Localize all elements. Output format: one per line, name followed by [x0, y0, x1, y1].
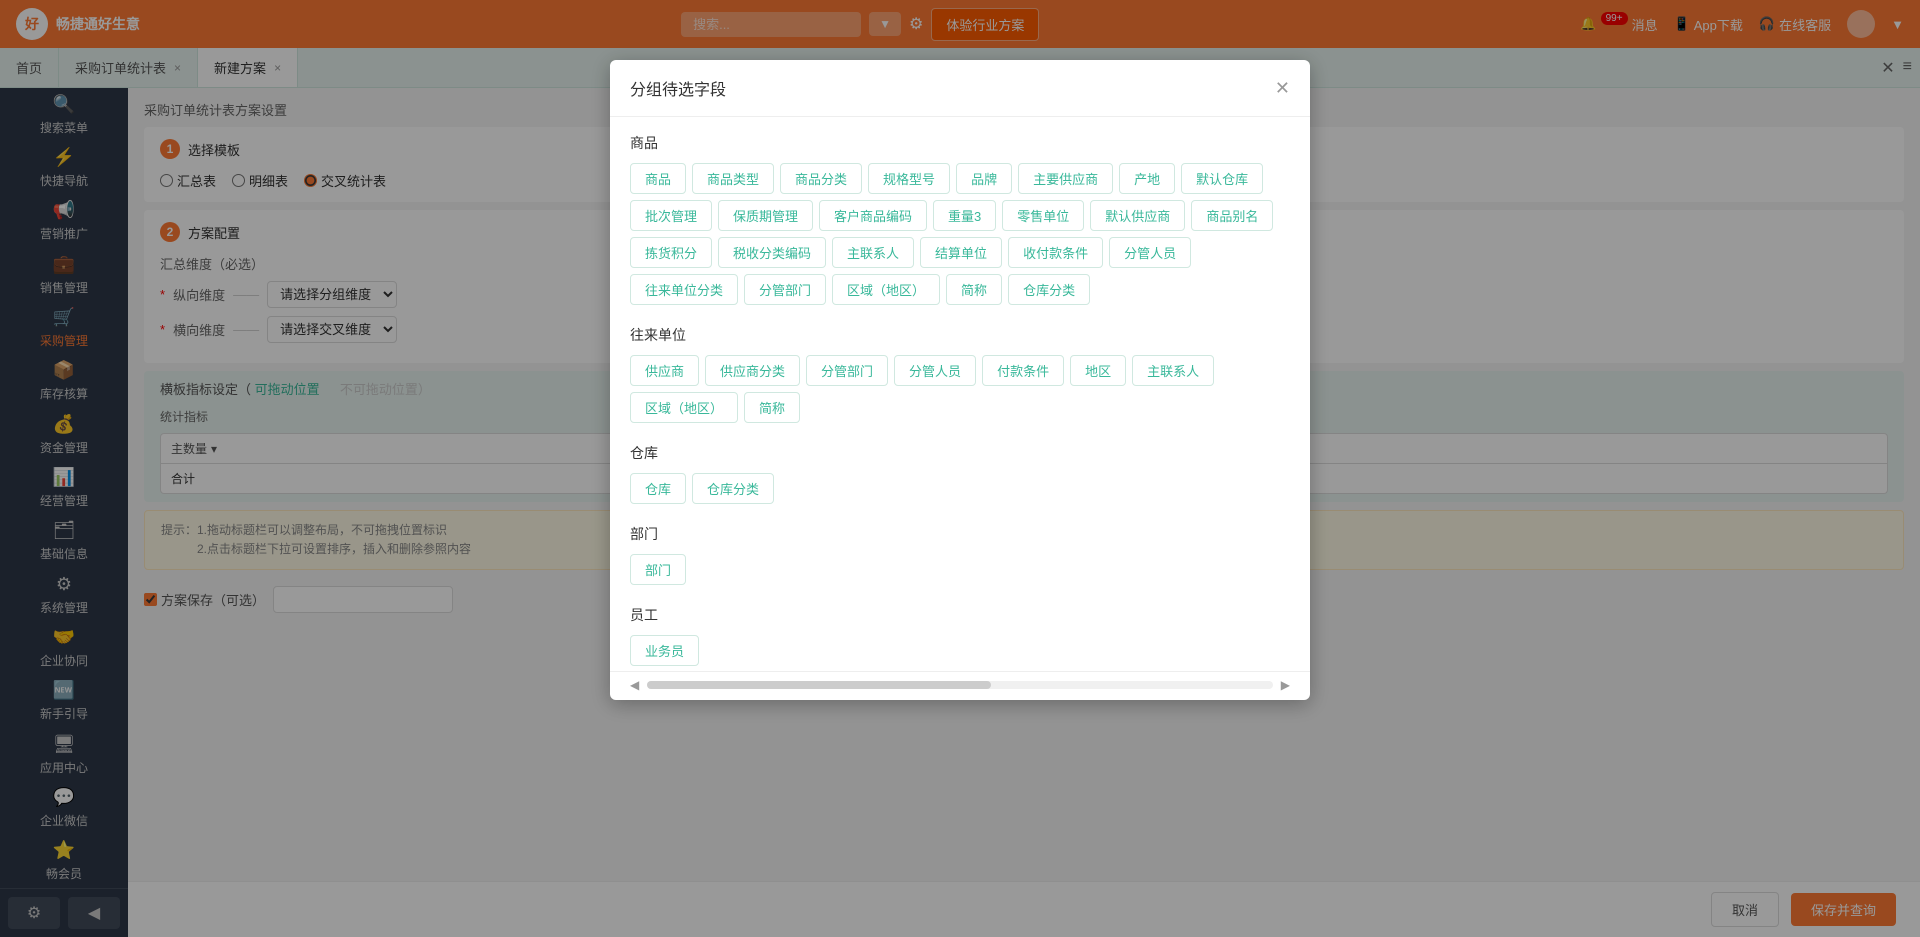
field-tag-weight3[interactable]: 重量3 [933, 200, 996, 231]
field-tag-warehouse[interactable]: 仓库 [630, 473, 686, 504]
field-tag-product-category[interactable]: 商品分类 [780, 163, 862, 194]
modal-close-button[interactable]: ✕ [1275, 78, 1290, 99]
field-tag-main-contact2[interactable]: 主联系人 [1132, 355, 1214, 386]
product-group-title: 商品 [630, 133, 1290, 153]
scroll-left-arrow[interactable]: ◀ [630, 678, 639, 692]
field-tag-tax-code[interactable]: 税收分类编码 [718, 237, 826, 268]
field-tag-warehouse-category[interactable]: 仓库分类 [1008, 274, 1090, 305]
field-tag-region2[interactable]: 区域（地区） [630, 392, 738, 423]
field-tag-shelf-life[interactable]: 保质期管理 [718, 200, 813, 231]
field-tag-customer-product-code[interactable]: 客户商品编码 [819, 200, 927, 231]
field-tag-main-contact[interactable]: 主联系人 [832, 237, 914, 268]
modal-body[interactable]: 商品 商品 商品类型 商品分类 规格型号 品牌 主要供应商 产地 默认仓库 批次… [610, 117, 1310, 671]
field-tag-default-supplier[interactable]: 默认供应商 [1090, 200, 1185, 231]
field-tag-retail-unit[interactable]: 零售单位 [1002, 200, 1084, 231]
field-tag-partner-category[interactable]: 往来单位分类 [630, 274, 738, 305]
modal-scroll-area: ◀ ▶ [610, 671, 1310, 700]
field-tag-short-name2[interactable]: 简称 [744, 392, 800, 423]
horizontal-scrollbar-thumb [647, 681, 991, 689]
modal-overlay: 分组待选字段 ✕ 商品 商品 商品类型 商品分类 规格型号 品牌 主要供应商 产… [0, 0, 1920, 937]
field-tag-department[interactable]: 部门 [630, 554, 686, 585]
modal-title: 分组待选字段 [630, 76, 726, 100]
partner-field-group: 往来单位 供应商 供应商分类 分管部门 分管人员 付款条件 地区 主联系人 区域… [630, 325, 1290, 423]
warehouse-field-tags: 仓库 仓库分类 [630, 473, 1290, 504]
field-tag-batch-mgmt[interactable]: 批次管理 [630, 200, 712, 231]
partner-group-title: 往来单位 [630, 325, 1290, 345]
employee-field-group: 员工 业务员 [630, 605, 1290, 666]
field-tag-main-supplier[interactable]: 主要供应商 [1018, 163, 1113, 194]
field-tag-product[interactable]: 商品 [630, 163, 686, 194]
field-tag-partner-supervisor[interactable]: 分管人员 [894, 355, 976, 386]
field-tag-brand[interactable]: 品牌 [956, 163, 1012, 194]
field-tag-warehouse-cat[interactable]: 仓库分类 [692, 473, 774, 504]
warehouse-group-title: 仓库 [630, 443, 1290, 463]
modal-header: 分组待选字段 ✕ [610, 60, 1310, 117]
product-field-group: 商品 商品 商品类型 商品分类 规格型号 品牌 主要供应商 产地 默认仓库 批次… [630, 133, 1290, 305]
field-tag-payment-terms[interactable]: 收付款条件 [1008, 237, 1103, 268]
field-tag-settlement-unit[interactable]: 结算单位 [920, 237, 1002, 268]
employee-group-title: 员工 [630, 605, 1290, 625]
field-tag-origin[interactable]: 产地 [1119, 163, 1175, 194]
scroll-right-arrow[interactable]: ▶ [1281, 678, 1290, 692]
warehouse-field-group: 仓库 仓库 仓库分类 [630, 443, 1290, 504]
field-tag-supplier[interactable]: 供应商 [630, 355, 699, 386]
field-tag-supervisor[interactable]: 分管人员 [1109, 237, 1191, 268]
product-field-tags: 商品 商品类型 商品分类 规格型号 品牌 主要供应商 产地 默认仓库 批次管理 … [630, 163, 1290, 305]
field-tag-product-alias[interactable]: 商品别名 [1191, 200, 1273, 231]
department-field-tags: 部门 [630, 554, 1290, 585]
partner-field-tags: 供应商 供应商分类 分管部门 分管人员 付款条件 地区 主联系人 区域（地区） … [630, 355, 1290, 423]
field-tag-supplier-category[interactable]: 供应商分类 [705, 355, 800, 386]
field-tag-area[interactable]: 地区 [1070, 355, 1126, 386]
horizontal-scrollbar-track[interactable] [647, 681, 1273, 689]
field-tag-salesperson[interactable]: 业务员 [630, 635, 699, 666]
field-tag-payment-cond[interactable]: 付款条件 [982, 355, 1064, 386]
field-tag-dept[interactable]: 分管部门 [744, 274, 826, 305]
field-tag-partner-dept[interactable]: 分管部门 [806, 355, 888, 386]
field-selection-modal: 分组待选字段 ✕ 商品 商品 商品类型 商品分类 规格型号 品牌 主要供应商 产… [610, 60, 1310, 700]
field-tag-product-type[interactable]: 商品类型 [692, 163, 774, 194]
employee-field-tags: 业务员 [630, 635, 1290, 666]
field-tag-short-name[interactable]: 简称 [946, 274, 1002, 305]
field-tag-spec-model[interactable]: 规格型号 [868, 163, 950, 194]
field-tag-pick-points[interactable]: 拣货积分 [630, 237, 712, 268]
department-field-group: 部门 部门 [630, 524, 1290, 585]
department-group-title: 部门 [630, 524, 1290, 544]
field-tag-default-warehouse[interactable]: 默认仓库 [1181, 163, 1263, 194]
field-tag-region[interactable]: 区域（地区） [832, 274, 940, 305]
